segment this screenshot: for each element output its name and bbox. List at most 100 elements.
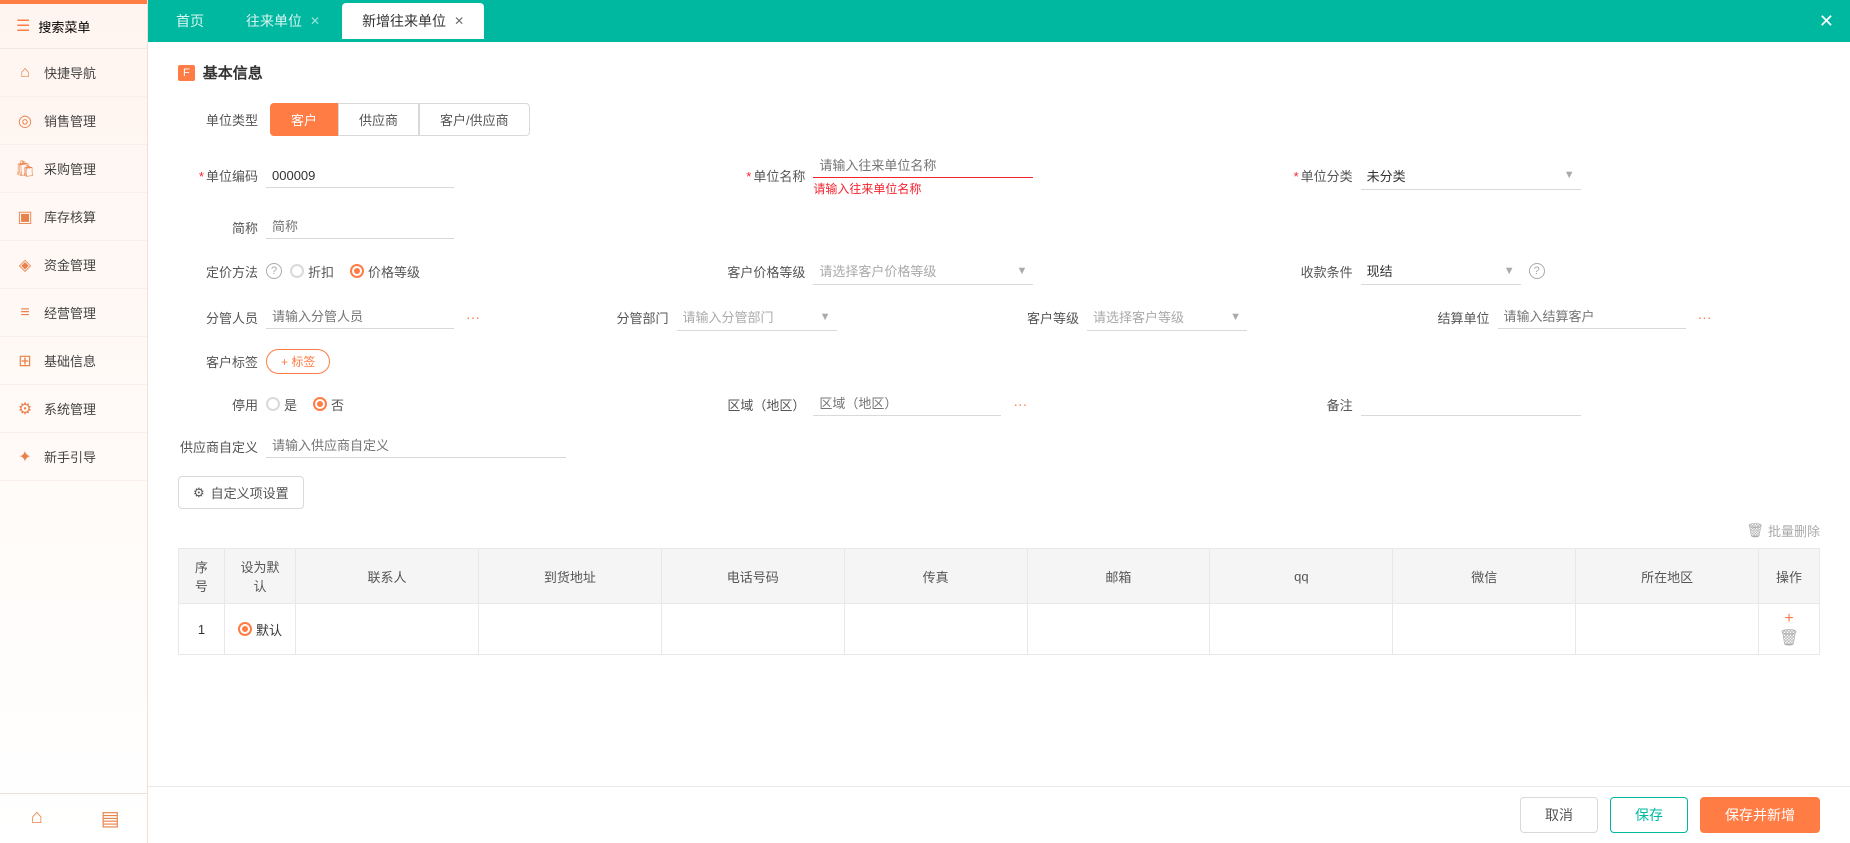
payment-help-icon[interactable]: ?	[1529, 263, 1545, 279]
sidebar-search[interactable]: ☰ 搜索菜单	[0, 4, 147, 49]
save-button[interactable]: 保存	[1610, 797, 1688, 833]
save-and-add-button[interactable]: 保存并新增	[1700, 797, 1820, 833]
cell-default: 默认	[224, 604, 295, 655]
customer-level-select[interactable]: 请选择客户等级 ▼	[1087, 303, 1247, 331]
name-group: 单位名称 请输入往来单位名称	[725, 154, 1272, 197]
weixin-input[interactable]	[1403, 622, 1565, 637]
tab-partner-list-close[interactable]: ✕	[310, 14, 320, 28]
cell-action: + 🗑	[1759, 604, 1820, 655]
table-body: 1 默认 +	[179, 604, 1820, 655]
sidebar-item-inventory[interactable]: ▣ 库存核算	[0, 193, 147, 241]
disabled-yes-radio[interactable]	[266, 397, 280, 411]
home-icon: ⌂	[16, 64, 34, 82]
settlement-ellipsis[interactable]: ···	[1694, 309, 1716, 325]
sidebar-item-guide[interactable]: ✦ 新手引导	[0, 433, 147, 481]
window-close-button[interactable]: ✕	[1811, 7, 1842, 36]
supplier-custom-group: 供应商自定义	[178, 434, 1820, 458]
tab-partner-list[interactable]: 往来单位 ✕	[226, 3, 340, 39]
cell-contact	[296, 604, 479, 655]
qq-input[interactable]	[1220, 622, 1382, 637]
customer-price-select[interactable]: 请选择客户价格等级 ▼	[813, 257, 1033, 285]
address-input[interactable]	[489, 622, 651, 637]
sidebar-item-label: 销售管理	[44, 111, 96, 130]
col-phone: 电话号码	[661, 549, 844, 604]
unit-type-both-btn[interactable]: 客户/供应商	[419, 103, 530, 136]
tab-new-partner-close[interactable]: ✕	[454, 14, 464, 28]
category-select[interactable]: 未分类 ▼	[1361, 162, 1581, 190]
code-name-category-row: 单位编码 单位名称 请输入往来单位名称 单位分类 未分类 ▼	[178, 154, 1820, 197]
cell-region	[1576, 604, 1759, 655]
unit-type-supplier-btn[interactable]: 供应商	[338, 103, 419, 136]
region-group: 区域（地区） ···	[725, 392, 1272, 416]
sidebar-bottom-btn2[interactable]: ▤	[74, 794, 148, 843]
add-tag-button[interactable]: + 标签	[266, 349, 330, 374]
code-label: 单位编码	[178, 166, 258, 185]
sidebar-item-label: 库存核算	[44, 207, 96, 226]
pricelevel-radio[interactable]	[350, 264, 364, 278]
settlement-input[interactable]	[1498, 305, 1686, 329]
row-add-btn[interactable]: +	[1782, 610, 1795, 627]
custom-settings-button[interactable]: ⚙ 自定义项设置	[178, 476, 304, 509]
disabled-no-radio[interactable]	[313, 397, 327, 411]
payment-select[interactable]: 现结 ▼	[1361, 257, 1521, 285]
manager-input[interactable]	[266, 305, 454, 329]
sidebar-item-label: 资金管理	[44, 255, 96, 274]
sidebar-item-quick-nav[interactable]: ⌂ 快捷导航	[0, 49, 147, 97]
unit-type-customer-btn[interactable]: 客户	[270, 103, 338, 136]
disabled-no-option[interactable]: 否	[313, 395, 344, 414]
cancel-button[interactable]: 取消	[1520, 797, 1598, 833]
sidebar-bottom-btn1[interactable]: ⌂	[0, 794, 74, 843]
disabled-radio-group: 是 否	[266, 395, 344, 414]
supplier-custom-input[interactable]	[266, 434, 566, 458]
sidebar-item-operation[interactable]: ≡ 经营管理	[0, 289, 147, 337]
contact-input[interactable]	[306, 622, 468, 637]
pricing-group: 定价方法 ? 折扣 价格等级	[178, 262, 725, 281]
tab-new-partner[interactable]: 新增往来单位 ✕	[342, 3, 484, 39]
pricing-help-icon[interactable]: ?	[266, 263, 282, 279]
category-label: 单位分类	[1273, 166, 1353, 185]
remark-input[interactable]	[1361, 392, 1581, 416]
sidebar-item-system[interactable]: ⚙ 系统管理	[0, 385, 147, 433]
sidebar-item-finance[interactable]: ◈ 资金管理	[0, 241, 147, 289]
unit-type-row: 单位类型 客户 供应商 客户/供应商	[178, 103, 1820, 136]
category-value: 未分类	[1367, 166, 1406, 185]
fax-input[interactable]	[855, 622, 1017, 637]
email-input[interactable]	[1038, 622, 1200, 637]
customer-level-placeholder: 请选择客户等级	[1093, 307, 1184, 326]
discount-radio[interactable]	[290, 264, 304, 278]
region-cell-input[interactable]	[1586, 622, 1748, 637]
cell-phone	[661, 604, 844, 655]
shortname-input[interactable]	[266, 215, 454, 239]
name-input[interactable]	[813, 154, 1033, 178]
sidebar-item-purchase[interactable]: 🛍 采购管理	[0, 145, 147, 193]
region-input[interactable]	[813, 392, 1001, 416]
table-header-row: 序号 设为默认 联系人 到货地址 电话号码 传真 邮箱 qq 微信 所在地区 操…	[179, 549, 1820, 604]
col-action: 操作	[1759, 549, 1820, 604]
cell-qq	[1210, 604, 1393, 655]
disabled-yes-option[interactable]: 是	[266, 395, 297, 414]
sidebar-item-sales[interactable]: ◎ 销售管理	[0, 97, 147, 145]
money-icon: ◈	[16, 256, 34, 274]
custom-settings-label: 自定义项设置	[211, 483, 289, 502]
row-default-radio[interactable]	[238, 622, 252, 636]
customer-level-label: 客户等级	[999, 308, 1079, 327]
batch-delete-label[interactable]: 批量删除	[1768, 521, 1820, 540]
shortname-label: 简称	[178, 218, 258, 237]
region-ellipsis[interactable]: ···	[1009, 396, 1031, 412]
sidebar-item-basic[interactable]: ⊞ 基础信息	[0, 337, 147, 385]
main-area: 首页 往来单位 ✕ 新增往来单位 ✕ ✕ F 基本信息 单位类型 客户 供应商 …	[148, 0, 1850, 843]
sidebar-item-label: 采购管理	[44, 159, 96, 178]
pricing-discount-option[interactable]: 折扣	[290, 262, 334, 281]
footer: 取消 保存 保存并新增	[148, 786, 1850, 843]
col-email: 邮箱	[1027, 549, 1210, 604]
dept-select[interactable]: 请输入分管部门 ▼	[677, 303, 837, 331]
unit-type-group-container: 单位类型 客户 供应商 客户/供应商	[178, 103, 530, 136]
phone-input[interactable]	[672, 622, 834, 637]
tab-home[interactable]: 首页	[156, 3, 224, 39]
gear-icon: ⚙	[16, 400, 34, 418]
pricing-pricelevel-option[interactable]: 价格等级	[350, 262, 420, 281]
col-seq: 序号	[179, 549, 225, 604]
row-delete-btn[interactable]: 🗑	[1777, 630, 1801, 647]
manager-ellipsis[interactable]: ···	[462, 309, 484, 325]
code-input[interactable]	[266, 164, 454, 188]
